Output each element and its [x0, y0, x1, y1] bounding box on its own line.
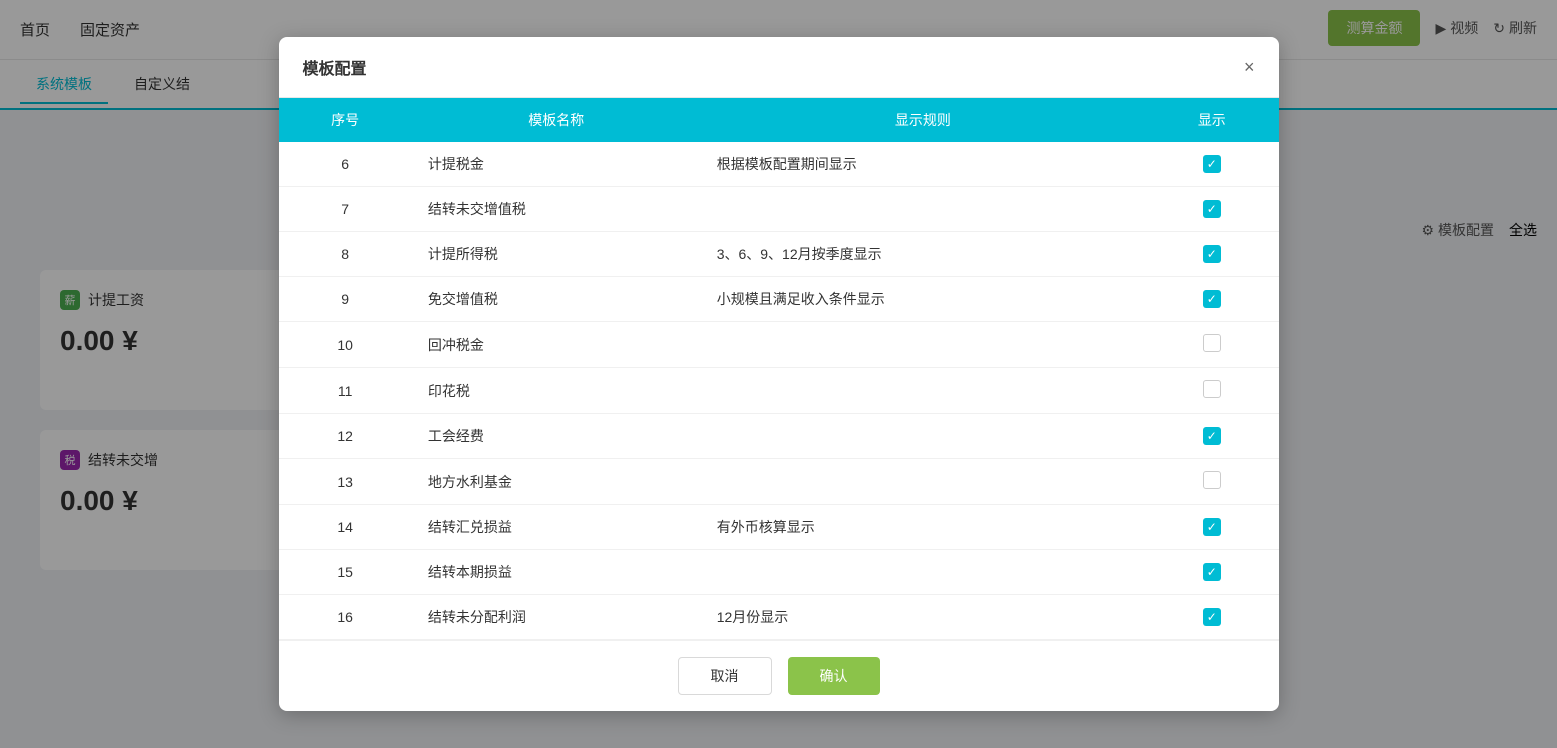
cell-name: 计提税金 [412, 142, 701, 187]
cell-checkbox[interactable]: ✓ [1145, 187, 1278, 232]
table-row: 10回冲税金 [279, 322, 1279, 368]
cell-rule [701, 550, 1145, 595]
cell-name: 工会经费 [412, 414, 701, 459]
cell-name: 印花税 [412, 368, 701, 414]
modal-overlay: 模板配置 × 序号 模板名称 显示规则 显示 6计提税金根据模板配置期间显示✓7… [0, 0, 1557, 748]
modal-close-button[interactable]: × [1244, 58, 1255, 76]
table-row: 11印花税 [279, 368, 1279, 414]
checkbox-unchecked[interactable] [1203, 471, 1221, 489]
cell-name: 免交增值税 [412, 277, 701, 322]
table-row: 16结转未分配利润12月份显示 ✓ [279, 595, 1279, 640]
checkbox-checked[interactable]: ✓ [1203, 608, 1221, 626]
cell-checkbox[interactable]: ✓ [1145, 414, 1278, 459]
cell-checkbox[interactable]: ✓ [1145, 550, 1278, 595]
cell-id: 9 [279, 277, 412, 322]
cell-rule: 根据模板配置期间显示 [701, 142, 1145, 187]
cell-name: 地方水利基金 [412, 459, 701, 505]
cell-id: 10 [279, 322, 412, 368]
modal-footer: 取消 确认 [279, 640, 1279, 711]
cell-rule [701, 187, 1145, 232]
checkbox-checked[interactable]: ✓ [1203, 563, 1221, 581]
cell-id: 8 [279, 232, 412, 277]
cell-rule: 小规模且满足收入条件显示 [701, 277, 1145, 322]
cell-checkbox[interactable] [1145, 322, 1278, 368]
table-header: 序号 模板名称 显示规则 显示 [279, 98, 1279, 142]
cell-rule [701, 414, 1145, 459]
checkbox-unchecked[interactable] [1203, 334, 1221, 352]
cell-checkbox[interactable]: ✓ [1145, 505, 1278, 550]
confirm-button[interactable]: 确认 [788, 657, 880, 695]
template-config-modal: 模板配置 × 序号 模板名称 显示规则 显示 6计提税金根据模板配置期间显示✓7… [279, 37, 1279, 711]
cell-name: 结转未交增值税 [412, 187, 701, 232]
cell-id: 7 [279, 187, 412, 232]
table-row: 8计提所得税3、6、9、12月按季度显示 ✓ [279, 232, 1279, 277]
col-header-rule: 显示规则 [701, 98, 1145, 142]
cell-name: 计提所得税 [412, 232, 701, 277]
cell-id: 13 [279, 459, 412, 505]
cell-name: 结转汇兑损益 [412, 505, 701, 550]
table-row: 14结转汇兑损益有外币核算显示 ✓ [279, 505, 1279, 550]
col-header-name: 模板名称 [412, 98, 701, 142]
checkbox-checked[interactable]: ✓ [1203, 518, 1221, 536]
cell-checkbox[interactable] [1145, 368, 1278, 414]
cancel-button[interactable]: 取消 [678, 657, 772, 695]
cell-id: 16 [279, 595, 412, 640]
checkbox-checked[interactable]: ✓ [1203, 290, 1221, 308]
cell-rule: 有外币核算显示 [701, 505, 1145, 550]
table-row: 12工会经费 ✓ [279, 414, 1279, 459]
table-row: 15结转本期损益 ✓ [279, 550, 1279, 595]
table-row: 6计提税金根据模板配置期间显示 ✓ [279, 142, 1279, 187]
cell-id: 6 [279, 142, 412, 187]
cell-checkbox[interactable]: ✓ [1145, 595, 1278, 640]
cell-checkbox[interactable] [1145, 459, 1278, 505]
cell-rule [701, 368, 1145, 414]
cell-name: 结转未分配利润 [412, 595, 701, 640]
modal-title: 模板配置 [303, 55, 367, 79]
cell-name: 回冲税金 [412, 322, 701, 368]
checkbox-unchecked[interactable] [1203, 380, 1221, 398]
cell-rule: 3、6、9、12月按季度显示 [701, 232, 1145, 277]
cell-id: 15 [279, 550, 412, 595]
table-row: 9免交增值税小规模且满足收入条件显示 ✓ [279, 277, 1279, 322]
modal-body[interactable]: 序号 模板名称 显示规则 显示 6计提税金根据模板配置期间显示✓7结转未交增值税… [279, 98, 1279, 640]
col-header-id: 序号 [279, 98, 412, 142]
checkbox-checked[interactable]: ✓ [1203, 200, 1221, 218]
cell-checkbox[interactable]: ✓ [1145, 277, 1278, 322]
cell-rule: 12月份显示 [701, 595, 1145, 640]
config-table: 序号 模板名称 显示规则 显示 6计提税金根据模板配置期间显示✓7结转未交增值税… [279, 98, 1279, 640]
cell-id: 11 [279, 368, 412, 414]
checkbox-checked[interactable]: ✓ [1203, 155, 1221, 173]
table-row: 7结转未交增值税 ✓ [279, 187, 1279, 232]
cell-checkbox[interactable]: ✓ [1145, 142, 1278, 187]
cell-rule [701, 459, 1145, 505]
cell-name: 结转本期损益 [412, 550, 701, 595]
cell-rule [701, 322, 1145, 368]
cell-id: 14 [279, 505, 412, 550]
cell-checkbox[interactable]: ✓ [1145, 232, 1278, 277]
col-header-display: 显示 [1145, 98, 1278, 142]
checkbox-checked[interactable]: ✓ [1203, 245, 1221, 263]
modal-header: 模板配置 × [279, 37, 1279, 98]
checkbox-checked[interactable]: ✓ [1203, 427, 1221, 445]
cell-id: 12 [279, 414, 412, 459]
table-row: 13地方水利基金 [279, 459, 1279, 505]
table-body: 6计提税金根据模板配置期间显示✓7结转未交增值税✓8计提所得税3、6、9、12月… [279, 142, 1279, 640]
